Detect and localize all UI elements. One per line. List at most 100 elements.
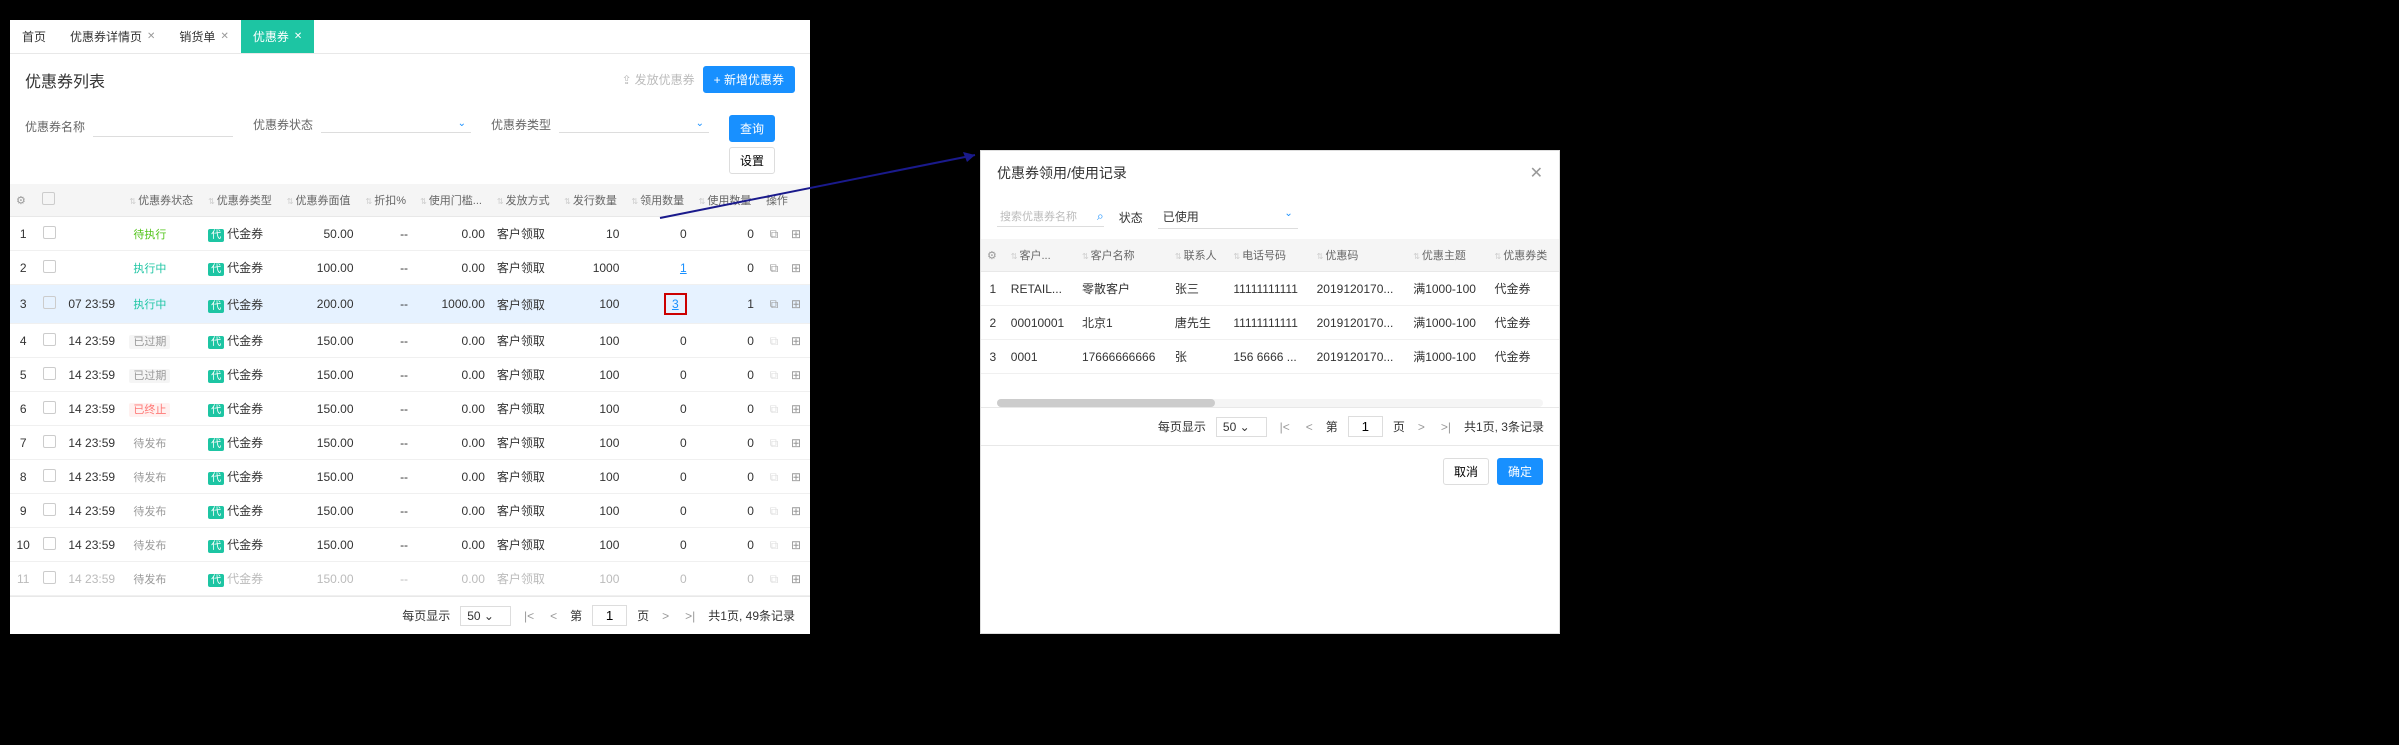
filter-status-select[interactable]: ⌄ [321,115,471,133]
col-subject[interactable]: 优惠主题 [1422,250,1466,262]
filter-type-select[interactable]: ⌄ [559,115,709,133]
table-row[interactable]: 5 14 23:59 已过期 代代金券 150.00 -- 0.00 客户领取 … [10,358,810,392]
table-row[interactable]: 3 0001 17666666666 张 156 6666 ... 201912… [981,340,1559,374]
col-method[interactable]: 发放方式 [506,195,550,207]
row-checkbox[interactable] [43,537,56,550]
settings-button[interactable]: 设置 [729,147,775,174]
qr-code-icon[interactable]: ⊞ [789,334,803,348]
table-row[interactable]: 1 RETAIL... 零散客户 张三 11111111111 20191201… [981,272,1559,306]
modal-search-input[interactable] [997,208,1097,226]
first-page-button[interactable]: |< [1277,420,1293,434]
page-input[interactable] [1348,416,1383,437]
select-all-checkbox[interactable] [42,192,55,205]
close-icon[interactable]: ✕ [294,31,302,42]
qr-code-icon[interactable]: ⊞ [789,572,803,586]
col-coupontype[interactable]: 优惠券类 [1503,250,1547,262]
row-checkbox[interactable] [43,435,56,448]
add-coupon-button[interactable]: + 新增优惠券 [703,66,795,93]
qr-code-icon[interactable]: ⊞ [789,504,803,518]
prev-page-button[interactable]: < [547,609,560,623]
sort-icon[interactable]: ⇅ [631,197,638,206]
row-checkbox[interactable] [43,333,56,346]
close-icon[interactable]: ✕ [147,31,155,42]
last-page-button[interactable]: >| [1438,420,1454,434]
external-link-icon[interactable]: ⧉ [767,227,781,241]
close-icon[interactable]: ✕ [1530,163,1543,183]
col-claimedqty[interactable]: 领用数量 [640,195,684,207]
external-link-icon[interactable]: ⧉ [767,297,781,311]
search-icon[interactable]: ⌕ [1097,209,1104,224]
col-type[interactable]: 优惠券类型 [217,195,272,207]
col-threshold[interactable]: 使用门槛... [429,195,482,207]
tab-销货单[interactable]: 销货单✕ [167,20,240,53]
sort-icon[interactable]: ⇅ [208,197,215,206]
col-usedqty[interactable]: 使用数量 [707,195,751,207]
table-row[interactable]: 4 14 23:59 已过期 代代金券 150.00 -- 0.00 客户领取 … [10,324,810,358]
col-issueqty[interactable]: 发行数量 [573,195,617,207]
table-row[interactable]: 6 14 23:59 已终止 代代金券 150.00 -- 0.00 客户领取 … [10,392,810,426]
sort-icon[interactable]: ⇅ [1317,252,1324,261]
claimed-link[interactable]: 1 [680,261,687,275]
next-page-button[interactable]: > [1415,420,1428,434]
last-page-button[interactable]: >| [682,609,698,623]
per-page-select[interactable]: 50 ⌄ [1216,417,1267,437]
qr-code-icon[interactable]: ⊞ [789,368,803,382]
qr-code-icon[interactable]: ⊞ [789,470,803,484]
col-custname[interactable]: 客户名称 [1091,250,1135,262]
sort-icon[interactable]: ⇅ [497,197,504,206]
col-custno[interactable]: 客户... [1020,250,1051,262]
col-contact[interactable]: 联系人 [1184,250,1217,262]
issue-coupon-button[interactable]: ⇪ 发放优惠券 [622,66,695,93]
gear-icon[interactable]: ⚙ [16,195,26,207]
gear-icon[interactable]: ⚙ [987,250,997,262]
col-phone[interactable]: 电话号码 [1242,250,1286,262]
modal-status-select[interactable]: 已使用 ⌄ [1158,205,1298,229]
page-input[interactable] [592,605,627,626]
col-code[interactable]: 优惠码 [1325,250,1358,262]
tab-优惠券详情页[interactable]: 优惠券详情页✕ [58,20,167,53]
table-row[interactable]: 1 待执行 代代金券 50.00 -- 0.00 客户领取 10 0 0 ⧉⊞ [10,217,810,251]
qr-code-icon[interactable]: ⊞ [789,402,803,416]
table-row[interactable]: 8 14 23:59 待发布 代代金券 150.00 -- 0.00 客户领取 … [10,460,810,494]
qr-code-icon[interactable]: ⊞ [789,436,803,450]
sort-icon[interactable]: ⇅ [1413,252,1420,261]
row-checkbox[interactable] [43,367,56,380]
per-page-select[interactable]: 50 ⌄ [460,606,511,626]
table-row[interactable]: 10 14 23:59 待发布 代代金券 150.00 -- 0.00 客户领取… [10,528,810,562]
table-row[interactable]: 11 14 23:59 待发布 代代金券 150.00 -- 0.00 客户领取… [10,562,810,596]
table-row[interactable]: 9 14 23:59 待发布 代代金券 150.00 -- 0.00 客户领取 … [10,494,810,528]
table-row[interactable]: 3 07 23:59 执行中 代代金券 200.00 -- 1000.00 客户… [10,285,810,324]
sort-icon[interactable]: ⇅ [1011,252,1018,261]
sort-icon[interactable]: ⇅ [1175,252,1182,261]
sort-icon[interactable]: ⇅ [1233,252,1240,261]
row-checkbox[interactable] [43,401,56,414]
table-row[interactable]: 2 执行中 代代金券 100.00 -- 0.00 客户领取 1000 1 0 … [10,251,810,285]
qr-code-icon[interactable]: ⊞ [789,297,803,311]
sort-icon[interactable]: ⇅ [564,197,571,206]
qr-code-icon[interactable]: ⊞ [789,538,803,552]
row-checkbox[interactable] [43,226,56,239]
first-page-button[interactable]: |< [521,609,537,623]
qr-code-icon[interactable]: ⊞ [789,261,803,275]
sort-icon[interactable]: ⇅ [1495,252,1502,261]
col-discount[interactable]: 折扣% [374,195,406,207]
tab-优惠券[interactable]: 优惠券✕ [241,20,314,53]
external-link-icon[interactable]: ⧉ [767,261,781,275]
tab-首页[interactable]: 首页 [10,20,58,53]
row-checkbox[interactable] [43,296,56,309]
table-row[interactable]: 7 14 23:59 待发布 代代金券 150.00 -- 0.00 客户领取 … [10,426,810,460]
sort-icon[interactable]: ⇅ [420,197,427,206]
sort-icon[interactable]: ⇅ [366,197,373,206]
cancel-button[interactable]: 取消 [1443,458,1489,485]
row-checkbox[interactable] [43,571,56,584]
table-row[interactable]: 2 00010001 北京1 唐先生 11111111111 201912017… [981,306,1559,340]
query-button[interactable]: 查询 [729,115,775,142]
close-icon[interactable]: ✕ [220,31,228,42]
claimed-link[interactable]: 3 [672,297,679,311]
horizontal-scrollbar[interactable] [997,399,1543,407]
col-facevalue[interactable]: 优惠券面值 [296,195,351,207]
sort-icon[interactable]: ⇅ [1082,252,1089,261]
sort-icon[interactable]: ⇅ [129,197,136,206]
sort-icon[interactable]: ⇅ [287,197,294,206]
sort-icon[interactable]: ⇅ [699,197,706,206]
